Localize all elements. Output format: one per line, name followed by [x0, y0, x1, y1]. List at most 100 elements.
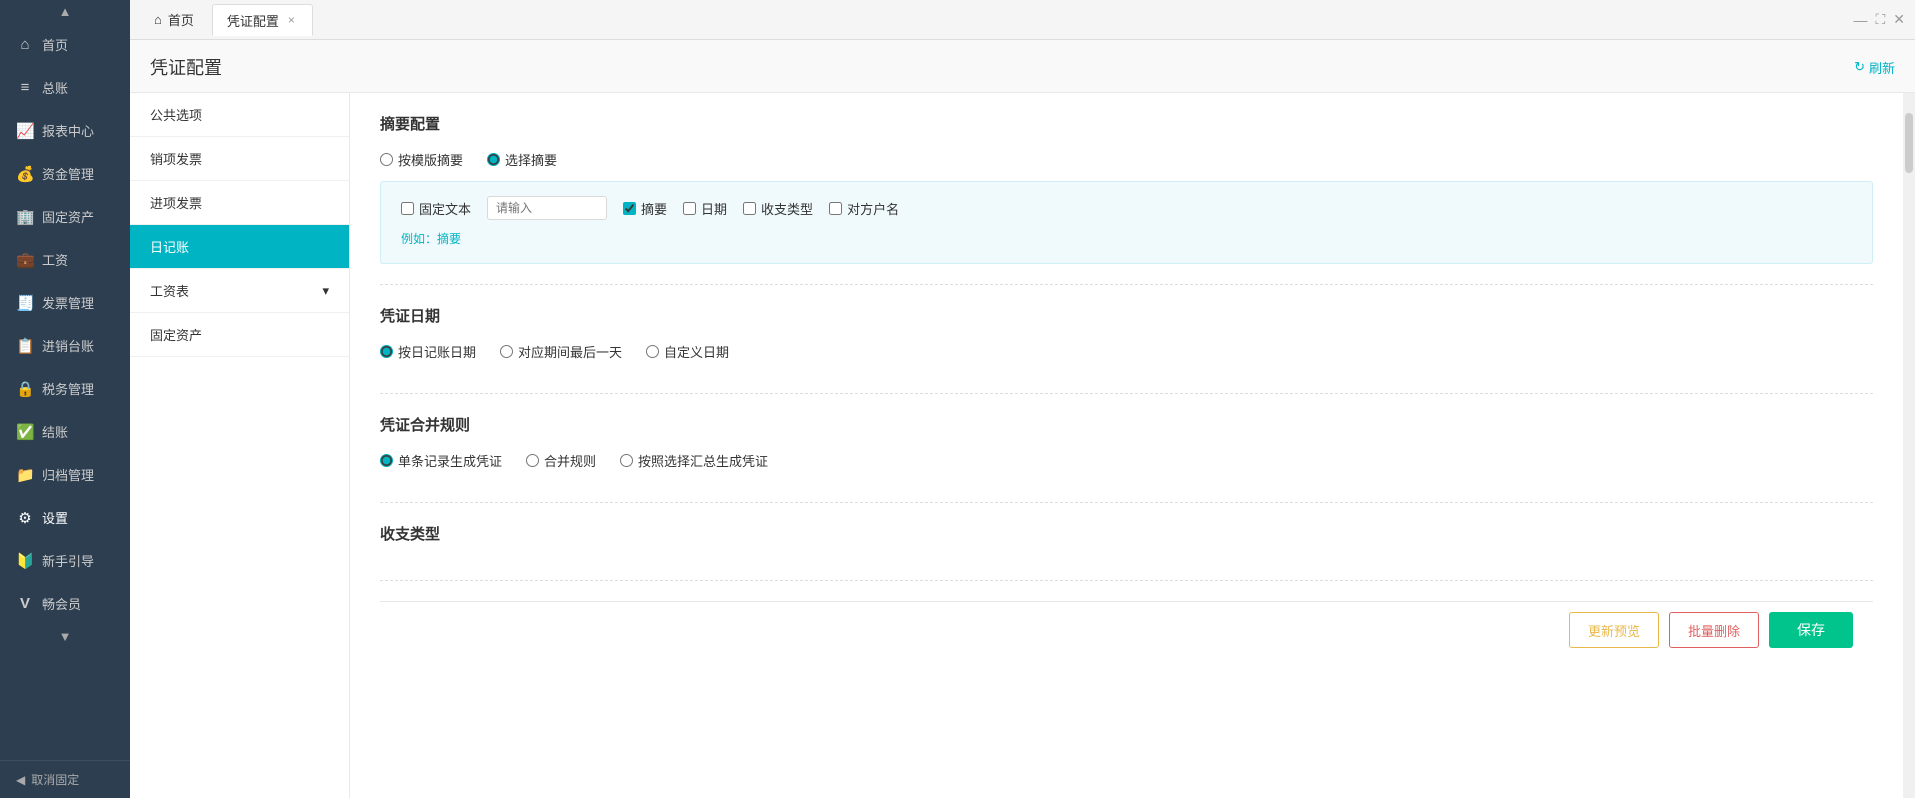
- refresh-button[interactable]: ↻ 刷新: [1854, 58, 1895, 77]
- maximize-button[interactable]: ⛶: [1875, 11, 1885, 28]
- sidebar-item-checkout[interactable]: ✅ 结账: [0, 410, 130, 453]
- tax-icon: 🔒: [16, 380, 34, 398]
- radio-custom-date[interactable]: 自定义日期: [646, 342, 729, 361]
- sidebar-item-label: 结账: [42, 422, 68, 441]
- radio-custom-date-input[interactable]: [646, 345, 659, 358]
- section-date: 凭证日期 按日记账日期 对应期间最后一天 自定义日期: [380, 305, 1873, 394]
- archive-icon: 📁: [16, 466, 34, 484]
- payroll-expand-icon: ▾: [322, 283, 329, 299]
- radio-single-record-input[interactable]: [380, 454, 393, 467]
- sidebar-item-invoice[interactable]: 🧾 发票管理: [0, 281, 130, 324]
- radio-custom-date-label: 自定义日期: [664, 342, 729, 361]
- fixed-text-input[interactable]: [487, 196, 607, 220]
- checkbox-abstract[interactable]: 摘要: [623, 199, 667, 218]
- scrollbar-thumb: [1905, 113, 1913, 173]
- radio-merge-rule[interactable]: 合并规则: [526, 451, 596, 470]
- checkbox-date-input[interactable]: [683, 202, 696, 215]
- radio-select-abstract-input[interactable]: [487, 153, 500, 166]
- radio-summary[interactable]: 按照选择汇总生成凭证: [620, 451, 768, 470]
- checkbox-fixed-text-input[interactable]: [401, 202, 414, 215]
- checkbox-date[interactable]: 日期: [683, 199, 727, 218]
- example-text: 例如：摘要: [401, 230, 1852, 247]
- radio-summary-input[interactable]: [620, 454, 633, 467]
- radio-journal-date-label: 按日记账日期: [398, 342, 476, 361]
- save-button[interactable]: 保存: [1769, 612, 1853, 648]
- abstract-checkbox-area: 固定文本 摘要 日期: [380, 181, 1873, 264]
- outer-scrollbar[interactable]: [1903, 93, 1915, 798]
- sidebar-scroll-up[interactable]: ▲: [0, 0, 130, 23]
- tab-close-button[interactable]: ×: [285, 12, 298, 28]
- sidebar-item-funds[interactable]: 💰 资金管理: [0, 152, 130, 195]
- sidebar-item-label: 总账: [42, 78, 68, 97]
- left-nav-public[interactable]: 公共选项: [130, 93, 349, 137]
- left-nav-purchase-invoice[interactable]: 进项发票: [130, 181, 349, 225]
- sidebar-item-ledger[interactable]: ≡ 总账: [0, 66, 130, 109]
- checkbox-payment-type[interactable]: 收支类型: [743, 199, 813, 218]
- checkbox-counterpart-input[interactable]: [829, 202, 842, 215]
- radio-period-last[interactable]: 对应期间最后一天: [500, 342, 622, 361]
- checkbox-abstract-input[interactable]: [623, 202, 636, 215]
- checkbox-fixed-text-label: 固定文本: [419, 199, 471, 218]
- radio-journal-date[interactable]: 按日记账日期: [380, 342, 476, 361]
- section-date-title: 凭证日期: [380, 305, 1873, 326]
- purchase-sales-icon: 📋: [16, 337, 34, 355]
- left-nav-sales-invoice[interactable]: 销项发票: [130, 137, 349, 181]
- tab-home[interactable]: ⌂ 首页: [140, 4, 208, 36]
- left-nav-journal[interactable]: 日记账: [130, 225, 349, 269]
- sidebar-unpin-button[interactable]: ◀ 取消固定: [0, 760, 130, 798]
- sidebar-item-label: 税务管理: [42, 379, 94, 398]
- radio-journal-date-input[interactable]: [380, 345, 393, 358]
- left-nav-assets-label: 固定资产: [150, 325, 202, 344]
- radio-template-abstract-input[interactable]: [380, 153, 393, 166]
- sidebar-item-member[interactable]: V 畅会员: [0, 582, 130, 625]
- abstract-radio-group: 按模版摘要 选择摘要: [380, 150, 1873, 169]
- checkbox-counterpart-label: 对方户名: [847, 199, 899, 218]
- radio-template-abstract[interactable]: 按模版摘要: [380, 150, 463, 169]
- checkbox-fixed-text[interactable]: 固定文本: [401, 199, 471, 218]
- close-button[interactable]: ✕: [1893, 11, 1905, 28]
- left-nav-payroll[interactable]: 工资表 ▾: [130, 269, 349, 313]
- home-icon: ⌂: [16, 36, 34, 53]
- checkbox-abstract-label: 摘要: [641, 199, 667, 218]
- bottom-actions: 更新预览 批量删除 保存: [380, 601, 1873, 658]
- left-nav: 公共选项 销项发票 进项发票 日记账 工资表 ▾ 固定资产: [130, 93, 350, 798]
- minimize-button[interactable]: —: [1853, 12, 1867, 28]
- left-nav-fixed-assets[interactable]: 固定资产: [130, 313, 349, 357]
- radio-summary-label: 按照选择汇总生成凭证: [638, 451, 768, 470]
- sidebar-scroll-down[interactable]: ▼: [0, 625, 130, 648]
- invoice-icon: 🧾: [16, 294, 34, 312]
- sidebar-item-home[interactable]: ⌂ 首页: [0, 23, 130, 66]
- sidebar-item-settings[interactable]: ⚙ 设置: [0, 496, 130, 539]
- tab-active-label: 凭证配置: [227, 11, 279, 30]
- content-body: 公共选项 销项发票 进项发票 日记账 工资表 ▾ 固定资产: [130, 93, 1915, 798]
- sidebar-item-tax[interactable]: 🔒 税务管理: [0, 367, 130, 410]
- checkbox-payment-type-input[interactable]: [743, 202, 756, 215]
- sidebar-item-assets[interactable]: 🏢 固定资产: [0, 195, 130, 238]
- update-preview-button[interactable]: 更新预览: [1569, 612, 1659, 648]
- tab-voucher-config[interactable]: 凭证配置 ×: [212, 4, 313, 36]
- checkbox-row: 固定文本 摘要 日期: [401, 196, 1852, 220]
- checkout-icon: ✅: [16, 423, 34, 441]
- window-controls: — ⛶ ✕: [1853, 11, 1905, 28]
- left-nav-purchase-label: 进项发票: [150, 193, 202, 212]
- sidebar-item-purchase-sales[interactable]: 📋 进销台账: [0, 324, 130, 367]
- radio-single-record[interactable]: 单条记录生成凭证: [380, 451, 502, 470]
- sidebar-item-label: 归档管理: [42, 465, 94, 484]
- sidebar-bottom-label: 取消固定: [31, 771, 79, 788]
- sidebar: ▲ ⌂ 首页 ≡ 总账 📈 报表中心 💰 资金管理 🏢 固定资产 💼 工资 🧾 …: [0, 0, 130, 798]
- sidebar-item-label: 进销台账: [42, 336, 94, 355]
- checkbox-counterpart-name[interactable]: 对方户名: [829, 199, 899, 218]
- radio-merge-rule-input[interactable]: [526, 454, 539, 467]
- radio-template-abstract-label: 按模版摘要: [398, 150, 463, 169]
- left-nav-sales-label: 销项发票: [150, 149, 202, 168]
- sidebar-item-reports[interactable]: 📈 报表中心: [0, 109, 130, 152]
- batch-delete-button[interactable]: 批量删除: [1669, 612, 1759, 648]
- sidebar-item-label: 报表中心: [42, 121, 94, 140]
- radio-period-last-input[interactable]: [500, 345, 513, 358]
- sidebar-item-label: 资金管理: [42, 164, 94, 183]
- sidebar-item-archive[interactable]: 📁 归档管理: [0, 453, 130, 496]
- radio-select-abstract[interactable]: 选择摘要: [487, 150, 557, 169]
- sidebar-item-label: 畅会员: [42, 594, 81, 613]
- sidebar-item-guide[interactable]: 🔰 新手引导: [0, 539, 130, 582]
- sidebar-item-salary[interactable]: 💼 工资: [0, 238, 130, 281]
